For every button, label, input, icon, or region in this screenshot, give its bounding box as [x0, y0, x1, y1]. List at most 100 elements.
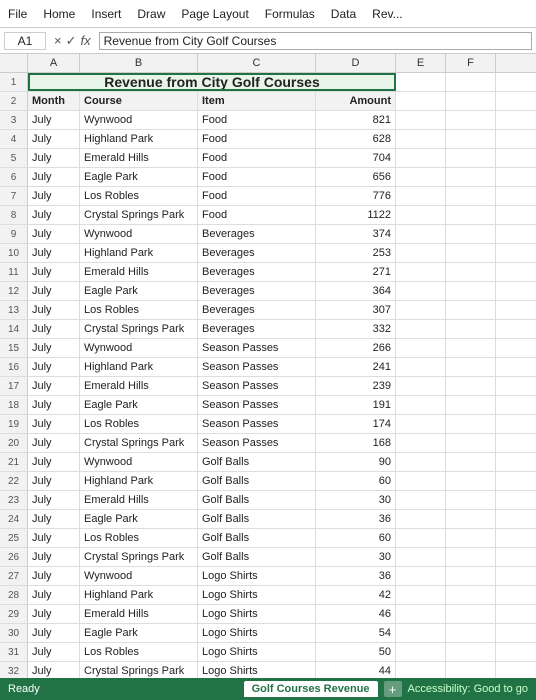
cell-course-15[interactable]: Eagle Park: [80, 396, 198, 414]
header-month[interactable]: Month: [28, 92, 80, 110]
cell-course-28[interactable]: Los Robles: [80, 643, 198, 661]
cell-f-14[interactable]: [446, 377, 496, 395]
cell-course-21[interactable]: Eagle Park: [80, 510, 198, 528]
cell-f-20[interactable]: [446, 491, 496, 509]
cell-item-16[interactable]: Season Passes: [198, 415, 316, 433]
menu-file[interactable]: File: [8, 7, 27, 21]
cell-amount-4[interactable]: 776: [316, 187, 396, 205]
cell-month-23[interactable]: July: [28, 548, 80, 566]
cell-month-16[interactable]: July: [28, 415, 80, 433]
cell-f-7[interactable]: [446, 244, 496, 262]
cell-course-3[interactable]: Eagle Park: [80, 168, 198, 186]
cell-amount-0[interactable]: 821: [316, 111, 396, 129]
cell-item-4[interactable]: Food: [198, 187, 316, 205]
confirm-icon[interactable]: ✓: [66, 33, 77, 49]
cell-reference[interactable]: A1: [4, 32, 46, 50]
cell-course-5[interactable]: Crystal Springs Park: [80, 206, 198, 224]
cell-amount-11[interactable]: 332: [316, 320, 396, 338]
cell-f-2[interactable]: [446, 149, 496, 167]
cell-f-13[interactable]: [446, 358, 496, 376]
cell-month-8[interactable]: July: [28, 263, 80, 281]
cell-amount-17[interactable]: 168: [316, 434, 396, 452]
cell-course-9[interactable]: Eagle Park: [80, 282, 198, 300]
cell-item-22[interactable]: Golf Balls: [198, 529, 316, 547]
cell-item-2[interactable]: Food: [198, 149, 316, 167]
cell-amount-5[interactable]: 1122: [316, 206, 396, 224]
cell-month-2[interactable]: July: [28, 149, 80, 167]
cell-course-11[interactable]: Crystal Springs Park: [80, 320, 198, 338]
cell-f-27[interactable]: [446, 624, 496, 642]
cell-e-13[interactable]: [396, 358, 446, 376]
cell-item-13[interactable]: Season Passes: [198, 358, 316, 376]
cell-amount-25[interactable]: 42: [316, 586, 396, 604]
cell-item-26[interactable]: Logo Shirts: [198, 605, 316, 623]
cell-f-24[interactable]: [446, 567, 496, 585]
cell-f-3[interactable]: [446, 168, 496, 186]
cell-month-13[interactable]: July: [28, 358, 80, 376]
cell-e-11[interactable]: [396, 320, 446, 338]
cell-f-22[interactable]: [446, 529, 496, 547]
cell-f-26[interactable]: [446, 605, 496, 623]
cell-amount-21[interactable]: 36: [316, 510, 396, 528]
cell-month-21[interactable]: July: [28, 510, 80, 528]
cell-amount-7[interactable]: 253: [316, 244, 396, 262]
cell-e-17[interactable]: [396, 434, 446, 452]
header-e[interactable]: [396, 92, 446, 110]
cell-amount-20[interactable]: 30: [316, 491, 396, 509]
cell-e-24[interactable]: [396, 567, 446, 585]
cell-amount-28[interactable]: 50: [316, 643, 396, 661]
header-course[interactable]: Course: [80, 92, 198, 110]
cell-month-10[interactable]: July: [28, 301, 80, 319]
cell-item-28[interactable]: Logo Shirts: [198, 643, 316, 661]
cell-e-2[interactable]: [396, 149, 446, 167]
cell-amount-24[interactable]: 36: [316, 567, 396, 585]
cell-e-20[interactable]: [396, 491, 446, 509]
cell-item-23[interactable]: Golf Balls: [198, 548, 316, 566]
cell-month-14[interactable]: July: [28, 377, 80, 395]
cell-item-3[interactable]: Food: [198, 168, 316, 186]
cell-month-18[interactable]: July: [28, 453, 80, 471]
cell-e-28[interactable]: [396, 643, 446, 661]
cell-amount-2[interactable]: 704: [316, 149, 396, 167]
header-amount[interactable]: Amount: [316, 92, 396, 110]
cell-amount-23[interactable]: 30: [316, 548, 396, 566]
cell-e-15[interactable]: [396, 396, 446, 414]
cell-e-6[interactable]: [396, 225, 446, 243]
menu-review[interactable]: Rev...: [372, 7, 402, 21]
cell-e-3[interactable]: [396, 168, 446, 186]
cell-item-12[interactable]: Season Passes: [198, 339, 316, 357]
cell-month-17[interactable]: July: [28, 434, 80, 452]
cell-f-5[interactable]: [446, 206, 496, 224]
cell-f-15[interactable]: [446, 396, 496, 414]
cell-e-9[interactable]: [396, 282, 446, 300]
cell-course-0[interactable]: Wynwood: [80, 111, 198, 129]
cell-amount-15[interactable]: 191: [316, 396, 396, 414]
cell-month-19[interactable]: July: [28, 472, 80, 490]
cell-course-4[interactable]: Los Robles: [80, 187, 198, 205]
cell-e-25[interactable]: [396, 586, 446, 604]
cell-amount-3[interactable]: 656: [316, 168, 396, 186]
cell-e1[interactable]: [396, 73, 446, 91]
cell-e-27[interactable]: [396, 624, 446, 642]
cell-course-16[interactable]: Los Robles: [80, 415, 198, 433]
cell-item-15[interactable]: Season Passes: [198, 396, 316, 414]
cell-e-14[interactable]: [396, 377, 446, 395]
cell-f-9[interactable]: [446, 282, 496, 300]
cell-month-0[interactable]: July: [28, 111, 80, 129]
col-header-b[interactable]: B: [80, 54, 198, 72]
col-header-d[interactable]: D: [316, 54, 396, 72]
cell-course-27[interactable]: Eagle Park: [80, 624, 198, 642]
cell-f-8[interactable]: [446, 263, 496, 281]
cell-e-16[interactable]: [396, 415, 446, 433]
col-header-c[interactable]: C: [198, 54, 316, 72]
cell-course-13[interactable]: Highland Park: [80, 358, 198, 376]
cell-amount-6[interactable]: 374: [316, 225, 396, 243]
cell-f-4[interactable]: [446, 187, 496, 205]
cell-course-14[interactable]: Emerald Hills: [80, 377, 198, 395]
cell-amount-9[interactable]: 364: [316, 282, 396, 300]
cell-f1[interactable]: [446, 73, 496, 91]
cell-course-20[interactable]: Emerald Hills: [80, 491, 198, 509]
cell-f-12[interactable]: [446, 339, 496, 357]
cell-f-10[interactable]: [446, 301, 496, 319]
cell-month-7[interactable]: July: [28, 244, 80, 262]
